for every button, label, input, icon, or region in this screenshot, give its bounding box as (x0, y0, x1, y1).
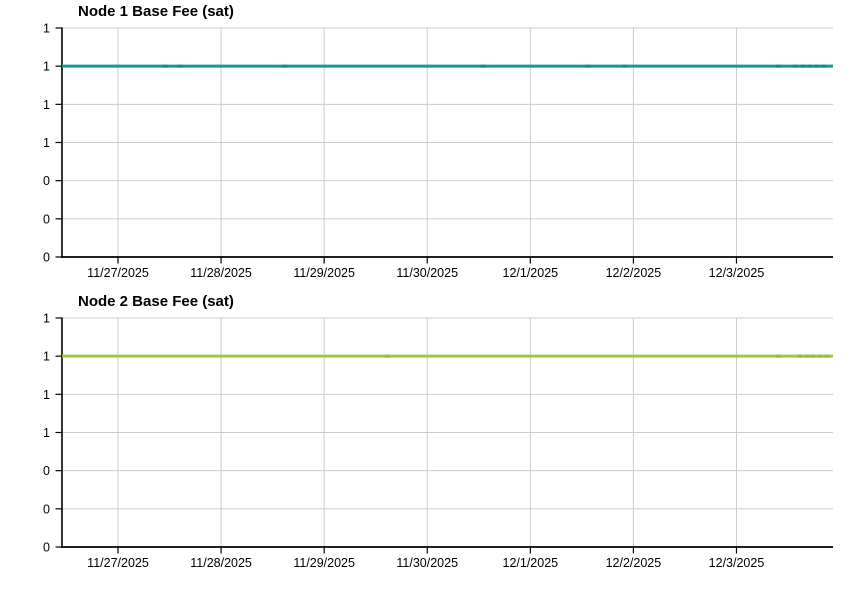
data-point-marker (797, 354, 803, 358)
y-tick-label: 0 (43, 464, 50, 478)
data-point-marker (821, 64, 827, 68)
data-point-marker (282, 64, 288, 68)
x-tick-label: 12/1/2025 (503, 556, 559, 570)
x-tick-label: 11/27/2025 (87, 266, 149, 280)
node2-base-fee-chart-section: 1 1 1 1 0 0 0 11/27/2025 11/28/2025 11/29/2025 11/… (0, 290, 860, 580)
data-point-marker (792, 64, 798, 68)
y-tick-label: 0 (43, 212, 50, 226)
y-tick-label: 0 (43, 174, 50, 188)
data-point-marker (814, 64, 820, 68)
y-tick-label: 1 (43, 136, 50, 150)
y-tick-label: 1 (43, 22, 50, 36)
x-tick-label: 12/3/2025 (709, 556, 765, 570)
node2-chart-title: Node 2 Base Fee (sat) (78, 293, 234, 310)
x-tick-label: 11/28/2025 (190, 266, 252, 280)
y-tick-label: 0 (43, 541, 50, 555)
x-tick-label: 12/2/2025 (606, 266, 662, 280)
node2-base-fee-chart[interactable]: 1 1 1 1 0 0 0 11/27/2025 11/28/2025 11/29/2025 11/… (0, 290, 860, 580)
y-tick-label: 1 (43, 388, 50, 402)
data-point-marker (804, 354, 810, 358)
data-point-marker (775, 354, 781, 358)
node1-base-fee-chart-section: 1 1 1 1 0 0 0 11/27/2025 11/28/2025 11/29/2025 11/… (0, 0, 860, 290)
x-tick-label: 11/29/2025 (293, 266, 355, 280)
data-point-marker (800, 64, 806, 68)
x-tick-label: 12/2/2025 (606, 556, 662, 570)
x-tick-label: 11/30/2025 (396, 556, 458, 570)
y-tick-label: 1 (43, 312, 50, 326)
y-tick-label: 1 (43, 60, 50, 74)
data-point-marker (162, 64, 168, 68)
data-point-marker (824, 354, 830, 358)
data-point-marker (817, 354, 823, 358)
x-tick-label: 12/3/2025 (709, 266, 765, 280)
node1-chart-title: Node 1 Base Fee (sat) (78, 3, 234, 20)
data-point-marker (810, 354, 816, 358)
x-tick-label: 11/30/2025 (396, 266, 458, 280)
x-tick-label: 11/28/2025 (190, 556, 252, 570)
data-point-marker (480, 64, 486, 68)
x-tick-label: 11/29/2025 (293, 556, 355, 570)
data-point-marker (807, 64, 813, 68)
data-point-marker (177, 64, 183, 68)
data-point-marker (775, 64, 781, 68)
y-tick-label: 1 (43, 350, 50, 364)
y-tick-label: 1 (43, 98, 50, 112)
data-point-marker (622, 64, 628, 68)
y-tick-label: 1 (43, 426, 50, 440)
node1-base-fee-chart[interactable]: 1 1 1 1 0 0 0 11/27/2025 11/28/2025 11/29/2025 11/… (0, 0, 860, 290)
data-point-marker (384, 354, 390, 358)
x-tick-label: 11/27/2025 (87, 556, 149, 570)
x-tick-label: 12/1/2025 (503, 266, 559, 280)
data-point-marker (585, 64, 591, 68)
y-tick-label: 0 (43, 251, 50, 265)
y-tick-label: 0 (43, 502, 50, 516)
